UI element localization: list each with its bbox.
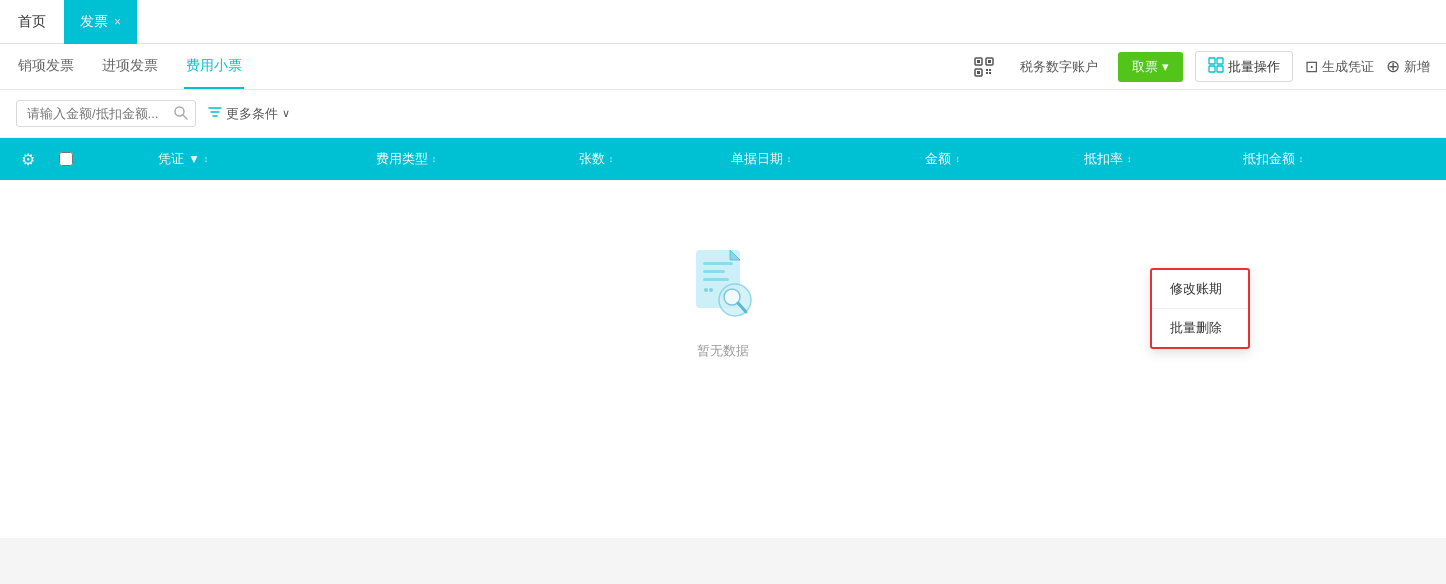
column-deduct-amount-label: 抵扣金额 [1243,150,1295,168]
deduct-amount-sort-icon[interactable]: ↕ [1299,154,1304,164]
column-type-label: 费用类型 [376,150,428,168]
content-area: ⚙ 凭证 ▼ ↕ 费用类型 ↕ 张数 ↕ 单据日期 ↕ 金额 ↕ 抵扣率 ↕ [0,138,1446,538]
batch-op-label: 批量操作 [1228,58,1280,76]
column-header-type: 费用类型 ↕ [282,150,530,168]
chevron-down-icon: ∨ [282,107,290,120]
svg-rect-12 [1209,66,1215,72]
filter-bar: 更多条件 ∨ [0,90,1446,138]
qr-icon-button[interactable] [968,51,1000,83]
svg-rect-10 [1209,58,1215,64]
column-amount-label: 金额 [925,150,951,168]
empty-state-illustration [678,240,768,330]
count-sort-icon[interactable]: ↕ [609,154,614,164]
batch-op-icon [1208,57,1224,76]
invoice-tab-close[interactable]: × [114,15,121,29]
generate-voucher-label: 生成凭证 [1322,58,1374,76]
take-ticket-arrow-icon: ▾ [1162,59,1169,74]
column-header-voucher: 凭证 ▼ ↕ [84,150,282,168]
svg-rect-3 [977,60,980,63]
take-ticket-label: 取票 [1132,58,1158,76]
tab-expense-receipt[interactable]: 费用小票 [184,44,244,89]
add-button[interactable]: ⊕ 新增 [1386,56,1430,77]
add-label: 新增 [1404,58,1430,76]
svg-rect-5 [977,71,980,74]
search-input[interactable] [16,100,196,127]
dropdown-item-modify-period[interactable]: 修改账期 [1152,270,1248,308]
svg-rect-11 [1217,58,1223,64]
svg-rect-4 [988,60,991,63]
generate-voucher-button[interactable]: ⊡ 生成凭证 [1305,57,1374,76]
table-header: ⚙ 凭证 ▼ ↕ 费用类型 ↕ 张数 ↕ 单据日期 ↕ 金额 ↕ 抵扣率 ↕ [0,138,1446,180]
more-conditions-button[interactable]: 更多条件 ∨ [208,105,290,123]
take-ticket-button[interactable]: 取票 ▾ [1118,52,1183,82]
svg-rect-13 [1217,66,1223,72]
empty-state-text: 暂无数据 [697,342,749,360]
voucher-filter-icon[interactable]: ▼ [188,152,200,166]
column-header-date: 单据日期 ↕ [662,150,860,168]
column-header-amount: 金额 ↕ [860,150,1025,168]
batch-operation-button[interactable]: 批量操作 [1195,51,1293,82]
svg-rect-17 [703,262,733,265]
svg-point-23 [704,288,708,292]
type-sort-icon[interactable]: ↕ [432,154,437,164]
search-icon[interactable] [173,105,188,123]
svg-point-24 [709,288,713,292]
sub-nav-actions: 税务数字账户 取票 ▾ 批量操作 ⊡ 生成凭证 ⊕ 新增 [968,51,1430,83]
more-conditions-label: 更多条件 [226,105,278,123]
filter-icon [208,105,222,122]
column-date-label: 单据日期 [731,150,783,168]
sub-nav-tabs: 销项发票 进项发票 费用小票 [16,44,244,89]
add-icon: ⊕ [1386,56,1400,77]
sub-nav-bar: 销项发票 进项发票 费用小票 税务数字账户 取票 [0,44,1446,90]
voucher-sort-icon[interactable]: ↕ [204,154,209,164]
tab-purchase-invoice[interactable]: 进项发票 [100,44,160,89]
invoice-tab-label: 发票 [80,13,108,31]
deduct-rate-sort-icon[interactable]: ↕ [1127,154,1132,164]
tax-account-button[interactable]: 税务数字账户 [1012,54,1106,80]
svg-rect-6 [986,69,988,71]
svg-rect-7 [989,69,991,71]
settings-cell[interactable]: ⚙ [8,150,48,169]
column-count-label: 张数 [579,150,605,168]
home-nav-item[interactable]: 首页 [0,0,64,44]
svg-rect-19 [703,278,729,281]
search-input-wrapper [16,100,196,127]
column-voucher-label: 凭证 [158,150,184,168]
batch-operation-dropdown: 修改账期 批量删除 [1150,268,1250,349]
gear-icon[interactable]: ⚙ [21,150,35,169]
date-sort-icon[interactable]: ↕ [787,154,792,164]
column-header-deduct-amount: 抵扣金额 ↕ [1190,150,1355,168]
tab-sales-invoice[interactable]: 销项发票 [16,44,76,89]
svg-line-15 [183,115,187,119]
column-header-count: 张数 ↕ [530,150,662,168]
dropdown-item-batch-delete[interactable]: 批量删除 [1152,308,1248,347]
generate-voucher-icon: ⊡ [1305,57,1318,76]
svg-rect-9 [989,72,991,74]
column-deduct-rate-label: 抵扣率 [1084,150,1123,168]
qr-code-icon [973,56,995,78]
column-header-deduct-rate: 抵扣率 ↕ [1025,150,1190,168]
invoice-tab[interactable]: 发票 × [64,0,137,44]
svg-rect-8 [986,72,988,74]
svg-rect-18 [703,270,725,273]
amount-sort-icon[interactable]: ↕ [955,154,960,164]
select-all-checkbox[interactable] [59,152,73,166]
checkbox-cell[interactable] [48,152,84,166]
